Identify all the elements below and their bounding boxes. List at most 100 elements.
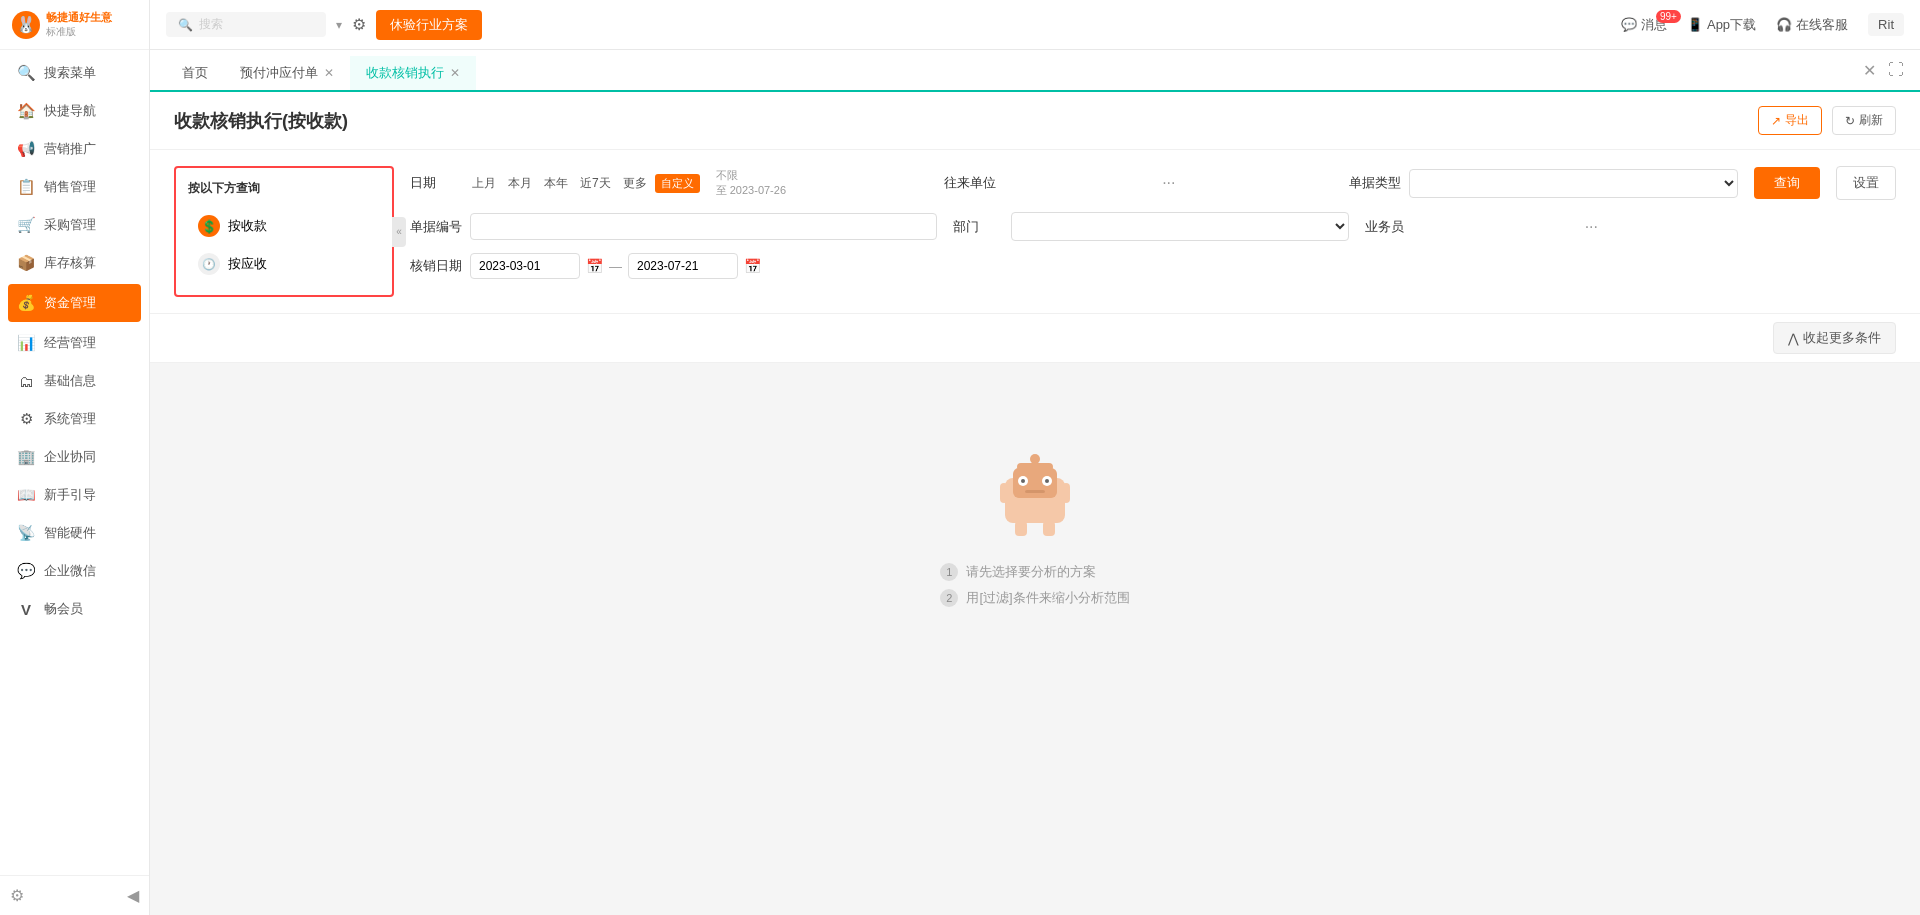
sidebar-item-basicinfo[interactable]: 🗂 基础信息 bbox=[0, 362, 149, 400]
sidebar-item-label: 经营管理 bbox=[44, 334, 96, 352]
receivable-option-icon: 🕐 bbox=[198, 253, 220, 275]
settings-icon[interactable]: ⚙ bbox=[10, 886, 24, 905]
sidebar-item-inventory[interactable]: 📦 库存核算 bbox=[0, 244, 149, 282]
sidebar-item-vip[interactable]: V 畅会员 bbox=[0, 590, 149, 628]
refresh-button[interactable]: ↻ 刷新 bbox=[1832, 106, 1896, 135]
staff-input[interactable]: ··· bbox=[1423, 218, 1760, 236]
more-conditions-bar: ⋀ 收起更多条件 bbox=[150, 314, 1920, 363]
date-btn-more[interactable]: 更多 bbox=[619, 173, 651, 194]
filter-row-2: 单据编号 部门 业务员 ··· bbox=[410, 212, 1896, 241]
online-service-button[interactable]: 🎧 在线客服 bbox=[1776, 16, 1848, 34]
svg-rect-8 bbox=[1062, 483, 1070, 503]
tab-prepay-offset[interactable]: 预付冲应付单 ✕ bbox=[224, 56, 350, 92]
tip-text-1: 请先选择要分析的方案 bbox=[966, 563, 1096, 581]
doctype-field: 单据类型 bbox=[1349, 169, 1738, 198]
sidebar-item-search[interactable]: 🔍 搜索菜单 bbox=[0, 54, 149, 92]
sidebar-item-quicknav[interactable]: 🏠 快捷导航 bbox=[0, 92, 149, 130]
dept-select[interactable] bbox=[1011, 212, 1348, 241]
sidebar-item-bizmanage[interactable]: 📊 经营管理 bbox=[0, 324, 149, 362]
industry-solution-button[interactable]: 休验行业方案 bbox=[376, 10, 482, 40]
tab-prepay-close-icon[interactable]: ✕ bbox=[324, 66, 334, 80]
filter-collapse-button[interactable]: « bbox=[392, 217, 406, 247]
tab-expand-icon[interactable]: ⛶ bbox=[1888, 61, 1904, 80]
date-custom-badge[interactable]: 自定义 bbox=[655, 174, 700, 193]
sidebar-item-finance[interactable]: 💰 资金管理 bbox=[8, 284, 141, 322]
svg-rect-6 bbox=[1025, 490, 1045, 493]
sidebar-item-smarthw[interactable]: 📡 智能硬件 bbox=[0, 514, 149, 552]
vip-icon: V bbox=[16, 601, 36, 618]
tab-home[interactable]: 首页 bbox=[166, 56, 224, 92]
filter-row-1: 日期 上月 本月 本年 近7天 更多 自定义 bbox=[410, 166, 1896, 200]
sidebar-item-label: 系统管理 bbox=[44, 410, 96, 428]
verify-date-start-calendar-icon[interactable]: 📅 bbox=[586, 258, 603, 274]
sidebar-item-label: 快捷导航 bbox=[44, 102, 96, 120]
refresh-icon: ↻ bbox=[1845, 114, 1855, 128]
sidebar-item-sysmgmt[interactable]: ⚙ 系统管理 bbox=[0, 400, 149, 438]
top-header: 🔍 搜索 ▾ ⚙ 休验行业方案 💬 消息 99+ 📱 App下载 🎧 在线客服 bbox=[150, 0, 1920, 50]
tab-home-label: 首页 bbox=[182, 64, 208, 82]
sidebar-item-sales[interactable]: 📋 销售管理 bbox=[0, 168, 149, 206]
more-conditions-button[interactable]: ⋀ 收起更多条件 bbox=[1773, 322, 1896, 354]
search-icon: 🔍 bbox=[178, 18, 193, 32]
docno-field: 单据编号 bbox=[410, 213, 937, 240]
search-menu-icon: 🔍 bbox=[16, 64, 36, 82]
collapse-icon[interactable]: ◀ bbox=[127, 886, 139, 905]
docno-input[interactable] bbox=[470, 213, 937, 240]
tab-receipt-offset[interactable]: 收款核销执行 ✕ bbox=[350, 56, 476, 92]
svg-rect-11 bbox=[1017, 463, 1053, 471]
tab-close-all-icon[interactable]: ✕ bbox=[1863, 61, 1876, 80]
header-search-box[interactable]: 🔍 搜索 bbox=[166, 12, 326, 37]
verify-date-end-input[interactable] bbox=[628, 253, 738, 279]
query-button[interactable]: 查询 bbox=[1754, 167, 1820, 199]
tab-prepay-label: 预付冲应付单 bbox=[240, 64, 318, 82]
sidebar-item-label: 智能硬件 bbox=[44, 524, 96, 542]
vendor-input[interactable]: ··· bbox=[1004, 174, 1333, 192]
sidebar-item-purchase[interactable]: 🛒 采购管理 bbox=[0, 206, 149, 244]
messages-button[interactable]: 💬 消息 99+ bbox=[1621, 16, 1667, 34]
verify-date-label: 核销日期 bbox=[410, 257, 462, 275]
export-button[interactable]: ↗ 导出 bbox=[1758, 106, 1822, 135]
empty-tip-2: 2 用[过滤]条件来缩小分析范围 bbox=[940, 589, 1129, 607]
filter-option-by-receivable[interactable]: 🕐 按应收 bbox=[188, 245, 380, 283]
app-download-button[interactable]: 📱 App下载 bbox=[1687, 16, 1756, 34]
user-profile[interactable]: Rit bbox=[1868, 13, 1904, 36]
date-label: 日期 bbox=[410, 174, 460, 192]
sidebar-item-beginner[interactable]: 📖 新手引导 bbox=[0, 476, 149, 514]
logo-badge: 标准版 bbox=[46, 25, 112, 39]
settings-button[interactable]: 设置 bbox=[1836, 166, 1896, 200]
date-btn-lastmonth[interactable]: 上月 bbox=[468, 173, 500, 194]
finance-icon: 💰 bbox=[16, 294, 36, 312]
verify-date-start-input[interactable] bbox=[470, 253, 580, 279]
date-btn-7days[interactable]: 近7天 bbox=[576, 173, 615, 194]
receipt-option-label: 按收款 bbox=[228, 217, 267, 235]
doctype-select[interactable] bbox=[1409, 169, 1738, 198]
tab-receipt-close-icon[interactable]: ✕ bbox=[450, 66, 460, 80]
staff-field: 业务员 ··· bbox=[1365, 218, 1760, 236]
tip-num-2: 2 bbox=[940, 589, 958, 607]
verify-date-end-calendar-icon[interactable]: 📅 bbox=[744, 258, 761, 274]
message-icon: 💬 bbox=[1621, 17, 1637, 32]
gear-icon[interactable]: ⚙ bbox=[352, 15, 366, 34]
content-area: 收款核销执行(按收款) ↗ 导出 ↻ 刷新 按以下方查询 💲 按收款 bbox=[150, 92, 1920, 915]
inventory-icon: 📦 bbox=[16, 254, 36, 272]
marketing-icon: 📢 bbox=[16, 140, 36, 158]
dropdown-arrow-icon[interactable]: ▾ bbox=[336, 18, 342, 32]
sidebar-item-label: 库存核算 bbox=[44, 254, 96, 272]
sidebar-item-label: 营销推广 bbox=[44, 140, 96, 158]
sidebar-item-corpcollab[interactable]: 🏢 企业协同 bbox=[0, 438, 149, 476]
sidebar-item-corpwechat[interactable]: 💬 企业微信 bbox=[0, 552, 149, 590]
empty-state: 1 请先选择要分析的方案 2 用[过滤]条件来缩小分析范围 bbox=[150, 363, 1920, 687]
beginner-icon: 📖 bbox=[16, 486, 36, 504]
filter-option-by-receipt[interactable]: 💲 按收款 bbox=[188, 207, 380, 245]
tip-num-1: 1 bbox=[940, 563, 958, 581]
sidebar-item-marketing[interactable]: 📢 营销推广 bbox=[0, 130, 149, 168]
svg-rect-10 bbox=[1043, 521, 1055, 536]
date-btn-thismonth[interactable]: 本月 bbox=[504, 173, 536, 194]
dept-label: 部门 bbox=[953, 218, 1003, 236]
header-left: 🔍 搜索 ▾ ⚙ 休验行业方案 bbox=[166, 10, 482, 40]
verify-date-field: 核销日期 📅 — 📅 bbox=[410, 253, 1896, 279]
date-btn-thisyear[interactable]: 本年 bbox=[540, 173, 572, 194]
sidebar-menu: 🔍 搜索菜单 🏠 快捷导航 📢 营销推广 📋 销售管理 🛒 采购管理 📦 库存核… bbox=[0, 50, 149, 875]
date-range-display: 不限 至 2023-07-26 bbox=[716, 168, 786, 198]
logo-icon: 🐰 bbox=[12, 11, 40, 39]
